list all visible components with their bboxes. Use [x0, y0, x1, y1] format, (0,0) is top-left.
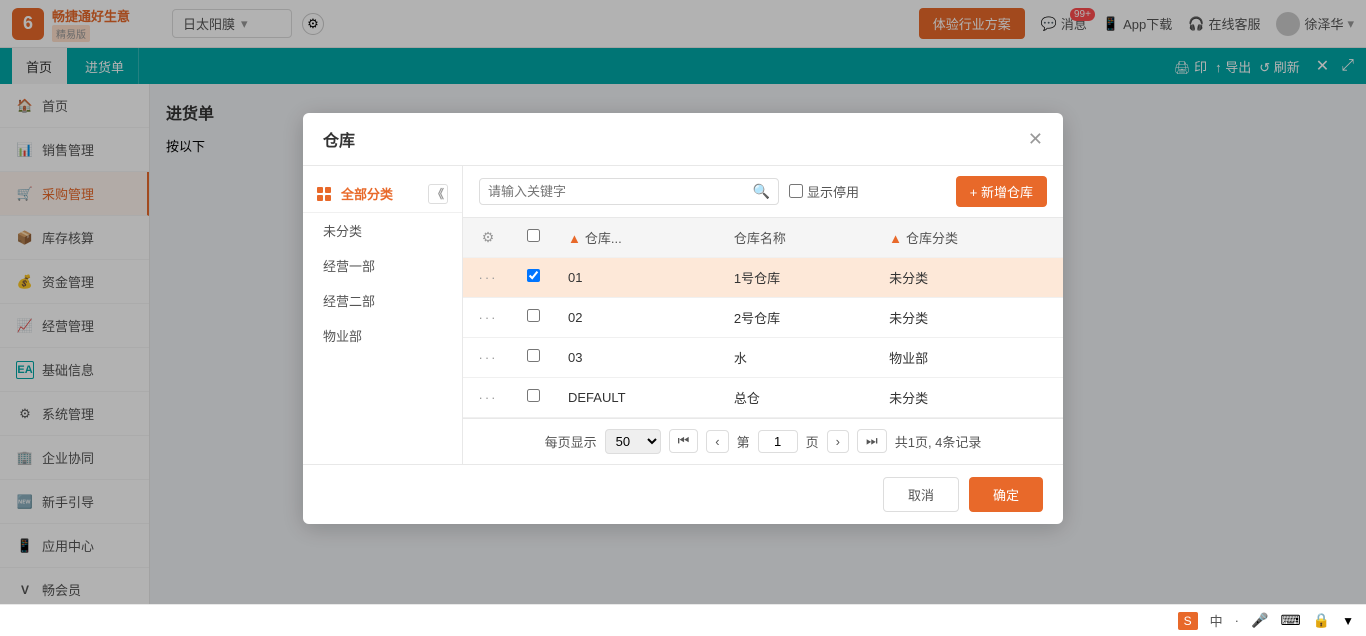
show-disabled-checkbox[interactable]: [789, 184, 803, 198]
row-check-cell: [513, 377, 554, 417]
row-code-cell: 01: [554, 257, 720, 297]
row-settings-cell: ···: [463, 337, 513, 377]
warehouse-dialog: 仓库 ✕ 全部分类 《: [303, 113, 1063, 524]
table-row[interactable]: ··· 03 水 物业部: [463, 337, 1063, 377]
sort-category-icon[interactable]: ▲: [889, 231, 902, 246]
row-check-cell: [513, 297, 554, 337]
page-unit: 页: [806, 432, 819, 451]
row-actions-icon[interactable]: ···: [479, 350, 498, 365]
row-name-cell: 1号仓库: [720, 257, 875, 297]
show-disabled-option[interactable]: 显示停用: [789, 182, 859, 201]
row-actions-icon[interactable]: ···: [479, 310, 498, 325]
confirm-button[interactable]: 确定: [969, 477, 1043, 512]
keyboard-icon[interactable]: ⌨: [1280, 612, 1300, 629]
table-row[interactable]: ··· 01 1号仓库 未分类: [463, 257, 1063, 297]
col-settings-header: ⚙: [463, 218, 513, 258]
lock-icon[interactable]: 🔒: [1313, 612, 1330, 629]
row-category-cell: 未分类: [875, 257, 1063, 297]
category-item-ops2[interactable]: 经营二部: [303, 283, 462, 318]
search-icon[interactable]: 🔍: [753, 183, 770, 200]
last-page-button[interactable]: ⏭: [857, 429, 887, 453]
row-code-cell: DEFAULT: [554, 377, 720, 417]
sort-code-icon[interactable]: ▲: [568, 231, 581, 246]
row-settings-cell: ···: [463, 257, 513, 297]
dialog-title: 仓库: [323, 127, 355, 151]
col-name-header: 仓库名称: [720, 218, 875, 258]
table-header-row: ⚙ ▲仓库... 仓库名称: [463, 218, 1063, 258]
row-name-cell: 水: [720, 337, 875, 377]
dialog-pagination: 每页显示 10 20 50 100 ⏮ ‹ 第 页: [463, 418, 1063, 464]
table-row[interactable]: ··· DEFAULT 总仓 未分类: [463, 377, 1063, 417]
dialog-actions: 取消 确定: [303, 464, 1063, 524]
all-categories-label: 全部分类: [341, 184, 393, 203]
row-checkbox[interactable]: [527, 309, 540, 322]
dialog-overlay: 仓库 ✕ 全部分类 《: [150, 84, 1366, 636]
row-checkbox[interactable]: [527, 269, 540, 282]
col-check-header: [513, 218, 554, 258]
bottom-bar: S 中 · 🎤 ⌨ 🔒 ▼: [0, 604, 1366, 636]
first-page-button[interactable]: ⏮: [669, 429, 699, 453]
warehouse-table: ⚙ ▲仓库... 仓库名称: [463, 218, 1063, 418]
settings-col-icon[interactable]: ⚙: [482, 229, 495, 245]
search-box: 🔍: [479, 178, 779, 205]
add-warehouse-button[interactable]: + 新增仓库: [956, 176, 1047, 207]
dialog-table: ⚙ ▲仓库... 仓库名称: [463, 218, 1063, 418]
table-row[interactable]: ··· 02 2号仓库 未分类: [463, 297, 1063, 337]
row-code-cell: 03: [554, 337, 720, 377]
mic-icon[interactable]: 🎤: [1251, 612, 1268, 629]
category-item-ops1[interactable]: 经营一部: [303, 248, 462, 283]
main-content: 进货单 按以下 仓库 ✕: [150, 84, 1366, 636]
category-item-property[interactable]: 物业部: [303, 318, 462, 353]
lang-switch-icon[interactable]: 中: [1210, 611, 1223, 630]
per-page-select[interactable]: 10 20 50 100: [605, 429, 661, 454]
category-item-unclassified[interactable]: 未分类: [303, 213, 462, 248]
collapse-button[interactable]: 《: [428, 184, 448, 204]
row-settings-cell: ···: [463, 297, 513, 337]
search-input[interactable]: [488, 184, 753, 199]
row-check-cell: [513, 257, 554, 297]
dialog-category-sidebar: 全部分类 《 未分类 经营一部 经营二部 物业部: [303, 166, 463, 464]
row-name-cell: 2号仓库: [720, 297, 875, 337]
select-all-checkbox[interactable]: [527, 229, 540, 242]
per-page-label: 每页显示: [545, 432, 597, 451]
dialog-header: 仓库 ✕: [303, 113, 1063, 166]
page-label: 第: [737, 432, 750, 451]
row-check-cell: [513, 337, 554, 377]
dot-icon: ·: [1235, 613, 1239, 628]
dialog-toolbar: 🔍 显示停用 + 新增仓库: [463, 166, 1063, 218]
row-code-cell: 02: [554, 297, 720, 337]
row-actions-icon[interactable]: ···: [479, 390, 498, 405]
total-info: 共1页, 4条记录: [895, 432, 982, 451]
row-actions-icon[interactable]: ···: [479, 270, 498, 285]
more-icon[interactable]: ▼: [1342, 614, 1354, 628]
show-disabled-label: 显示停用: [807, 182, 859, 201]
cancel-button[interactable]: 取消: [883, 477, 959, 512]
layout: 🏠 首页 📊 销售管理 🛒 采购管理 📦 库存核算 💰 资金管理 📈 经营管理 …: [0, 84, 1366, 636]
row-settings-cell: ···: [463, 377, 513, 417]
row-name-cell: 总仓: [720, 377, 875, 417]
page-number-input[interactable]: [758, 430, 798, 453]
row-category-cell: 未分类: [875, 377, 1063, 417]
next-page-button[interactable]: ›: [827, 430, 849, 453]
dialog-table-area: 🔍 显示停用 + 新增仓库: [463, 166, 1063, 464]
row-category-cell: 物业部: [875, 337, 1063, 377]
col-category-header: ▲仓库分类: [875, 218, 1063, 258]
row-checkbox[interactable]: [527, 349, 540, 362]
prev-page-button[interactable]: ‹: [706, 430, 728, 453]
dialog-close-button[interactable]: ✕: [1028, 130, 1043, 148]
all-categories-header[interactable]: 全部分类 《: [303, 176, 462, 213]
col-code-header: ▲仓库...: [554, 218, 720, 258]
row-category-cell: 未分类: [875, 297, 1063, 337]
warehouse-table-body: ··· 01 1号仓库 未分类 ··· 02 2号仓库 未分类 ···: [463, 257, 1063, 417]
sogou-logo: S: [1178, 612, 1198, 630]
dialog-body: 全部分类 《 未分类 经营一部 经营二部 物业部 🔍: [303, 166, 1063, 464]
row-checkbox[interactable]: [527, 389, 540, 402]
grid-icon: [317, 187, 331, 201]
